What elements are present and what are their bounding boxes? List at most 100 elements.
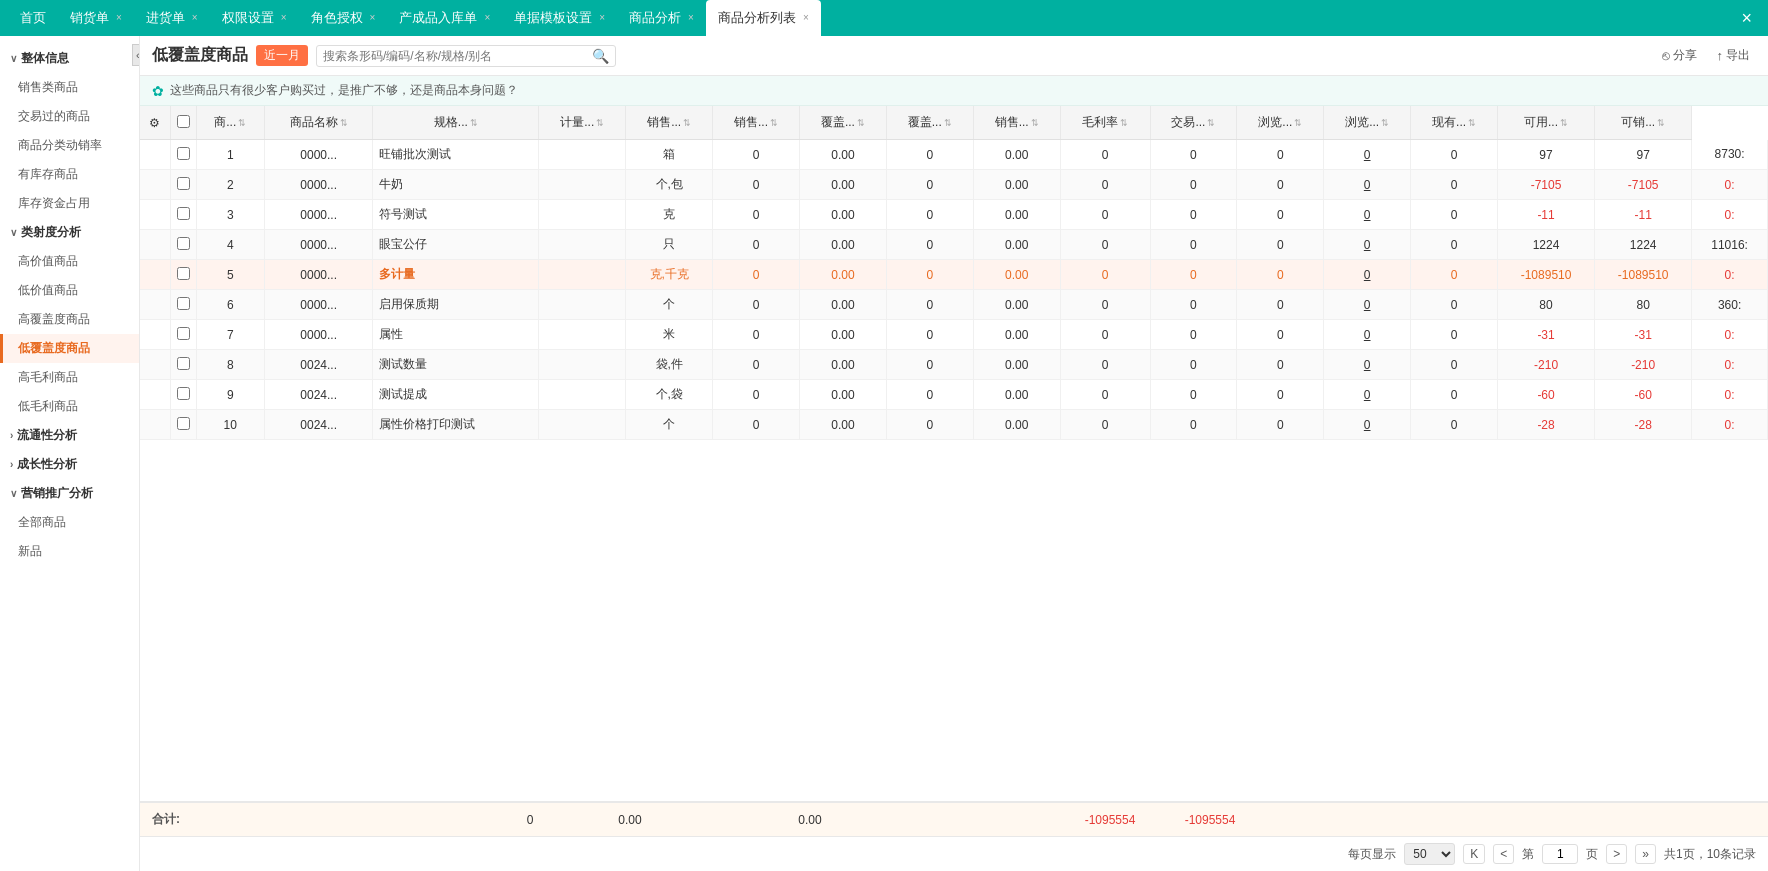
col-sales-amount[interactable]: 销售...⇅ — [713, 106, 800, 140]
row-browse1[interactable]: 0 — [1324, 200, 1411, 230]
row-name[interactable]: 牛奶 — [373, 170, 539, 200]
row-name[interactable]: 测试提成 — [373, 380, 539, 410]
last-page-button[interactable]: » — [1635, 844, 1656, 864]
row-browse1[interactable]: 0 — [1324, 260, 1411, 290]
col-spec[interactable]: 规格...⇅ — [373, 106, 539, 140]
time-filter-button[interactable]: 近一月 — [256, 45, 308, 66]
col-trans[interactable]: 交易...⇅ — [1150, 106, 1237, 140]
nav-role-auth[interactable]: 角色授权 × — [299, 0, 388, 36]
col-unit[interactable]: 计量...⇅ — [539, 106, 626, 140]
row-name[interactable]: 启用保质期 — [373, 290, 539, 320]
row-select-checkbox[interactable] — [177, 267, 190, 280]
col-name[interactable]: 商品名称⇅ — [265, 106, 373, 140]
nav-close-analysis-list[interactable]: × — [803, 0, 809, 36]
sidebar-item-high-coverage[interactable]: 高覆盖度商品 — [0, 305, 139, 334]
first-page-button[interactable]: K — [1463, 844, 1485, 864]
col-browse2[interactable]: 浏览...⇅ — [1324, 106, 1411, 140]
nav-close-analysis[interactable]: × — [688, 0, 694, 36]
row-select-checkbox[interactable] — [177, 357, 190, 370]
sidebar-item-new-goods[interactable]: 新品 — [0, 537, 139, 566]
nav-template-settings[interactable]: 单据模板设置 × — [502, 0, 617, 36]
row-select-checkbox[interactable] — [177, 417, 190, 430]
col-code[interactable]: 商...⇅ — [196, 106, 265, 140]
sidebar-item-category-rate[interactable]: 商品分类动销率 — [0, 131, 139, 160]
row-checkbox[interactable] — [170, 410, 196, 440]
search-icon[interactable]: 🔍 — [592, 48, 609, 64]
nav-sales-order[interactable]: 销货单 × — [58, 0, 134, 36]
sidebar-item-stock-capital[interactable]: 库存资金占用 — [0, 189, 139, 218]
row-select-checkbox[interactable] — [177, 147, 190, 160]
nav-close-product[interactable]: × — [484, 0, 490, 36]
sidebar-item-high-value[interactable]: 高价值商品 — [0, 247, 139, 276]
nav-goods-analysis-list[interactable]: 商品分析列表 × — [706, 0, 821, 36]
next-page-button[interactable]: > — [1606, 844, 1627, 864]
sidebar-item-high-profit[interactable]: 高毛利商品 — [0, 363, 139, 392]
row-browse1[interactable]: 0 — [1324, 350, 1411, 380]
nav-close-purchase[interactable]: × — [192, 0, 198, 36]
col-browse1[interactable]: 浏览...⇅ — [1237, 106, 1324, 140]
row-browse1[interactable]: 0 — [1324, 410, 1411, 440]
sidebar-item-low-profit[interactable]: 低毛利商品 — [0, 392, 139, 421]
sidebar-collapse-button[interactable]: « — [132, 44, 140, 66]
page-number-input[interactable] — [1542, 844, 1578, 864]
sidebar-item-low-value[interactable]: 低价值商品 — [0, 276, 139, 305]
col-sales-qty[interactable]: 销售...⇅ — [626, 106, 713, 140]
sidebar-section-coverage[interactable]: ∨ 类射度分析 — [0, 218, 139, 247]
sidebar-item-sales-goods[interactable]: 销售类商品 — [0, 73, 139, 102]
nav-home[interactable]: 首页 — [8, 0, 58, 36]
row-name[interactable]: 多计量 — [373, 260, 539, 290]
nav-close-template[interactable]: × — [599, 0, 605, 36]
col-current-stock[interactable]: 现有...⇅ — [1411, 106, 1498, 140]
row-select-checkbox[interactable] — [177, 237, 190, 250]
search-input[interactable] — [323, 49, 588, 63]
col-settings[interactable]: ⚙ — [140, 106, 170, 140]
sidebar-item-low-coverage[interactable]: 低覆盖度商品 — [0, 334, 139, 363]
nav-purchase-order[interactable]: 进货单 × — [134, 0, 210, 36]
sidebar-item-stock-goods[interactable]: 有库存商品 — [0, 160, 139, 189]
export-button[interactable]: ↑ 导出 — [1711, 44, 1757, 67]
row-checkbox[interactable] — [170, 290, 196, 320]
col-coverage2[interactable]: 覆盖...⇅ — [886, 106, 973, 140]
row-browse1[interactable]: 0 — [1324, 380, 1411, 410]
row-checkbox[interactable] — [170, 380, 196, 410]
select-all-checkbox[interactable] — [177, 115, 190, 128]
row-checkbox[interactable] — [170, 230, 196, 260]
row-checkbox[interactable] — [170, 170, 196, 200]
nav-goods-analysis[interactable]: 商品分析 × — [617, 0, 706, 36]
page-size-select[interactable]: 50 20 100 200 — [1404, 843, 1455, 865]
col-checkbox-all[interactable] — [170, 106, 196, 140]
col-available-stock[interactable]: 可用...⇅ — [1498, 106, 1595, 140]
nav-close-permissions[interactable]: × — [281, 0, 287, 36]
window-close-button[interactable]: × — [1733, 8, 1760, 29]
nav-permissions[interactable]: 权限设置 × — [210, 0, 299, 36]
row-checkbox[interactable] — [170, 140, 196, 170]
row-name[interactable]: 属性 — [373, 320, 539, 350]
row-select-checkbox[interactable] — [177, 297, 190, 310]
row-name[interactable]: 属性价格打印测试 — [373, 410, 539, 440]
row-browse1[interactable]: 0 — [1324, 140, 1411, 170]
row-select-checkbox[interactable] — [177, 177, 190, 190]
sidebar-section-overall[interactable]: ∨ 整体信息 — [0, 44, 139, 73]
gear-icon[interactable]: ⚙ — [149, 116, 160, 130]
row-select-checkbox[interactable] — [177, 207, 190, 220]
sidebar-item-traded-goods[interactable]: 交易过的商品 — [0, 102, 139, 131]
row-select-checkbox[interactable] — [177, 327, 190, 340]
row-name[interactable]: 符号测试 — [373, 200, 539, 230]
row-checkbox[interactable] — [170, 200, 196, 230]
row-checkbox[interactable] — [170, 260, 196, 290]
row-browse1[interactable]: 0 — [1324, 320, 1411, 350]
row-name[interactable]: 测试数量 — [373, 350, 539, 380]
prev-page-button[interactable]: < — [1493, 844, 1514, 864]
row-checkbox[interactable] — [170, 350, 196, 380]
sidebar-section-marketing[interactable]: ∨ 营销推广分析 — [0, 479, 139, 508]
row-browse1[interactable]: 0 — [1324, 170, 1411, 200]
row-name[interactable]: 旺铺批次测试 — [373, 140, 539, 170]
row-select-checkbox[interactable] — [177, 387, 190, 400]
share-button[interactable]: ⎋ 分享 — [1656, 44, 1703, 67]
row-name[interactable]: 眼宝公仔 — [373, 230, 539, 260]
col-coverage1[interactable]: 覆盖...⇅ — [799, 106, 886, 140]
nav-close-role[interactable]: × — [370, 0, 376, 36]
row-browse1[interactable]: 0 — [1324, 230, 1411, 260]
sidebar-item-all-goods[interactable]: 全部商品 — [0, 508, 139, 537]
sidebar-section-growth[interactable]: › 成长性分析 — [0, 450, 139, 479]
